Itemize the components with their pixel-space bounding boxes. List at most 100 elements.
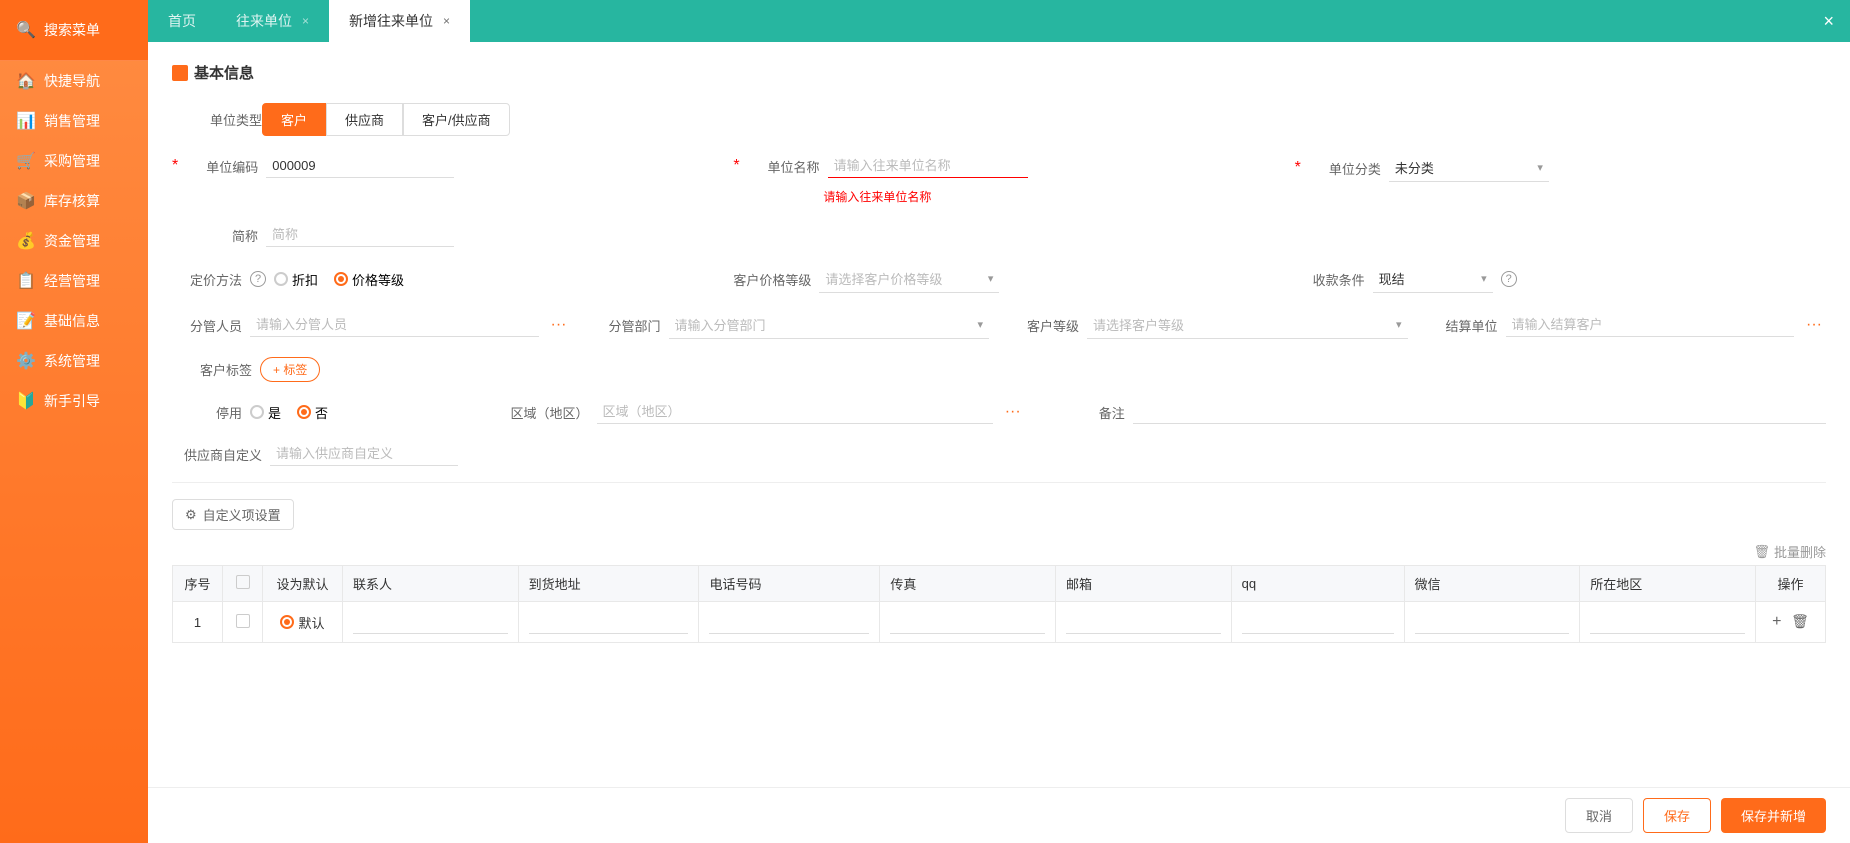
label-settlement-unit: 结算单位 <box>1428 316 1498 335</box>
field-customer-level: 客户等级 请选择客户等级 ▾ <box>1009 311 1408 339</box>
payment-help-icon[interactable]: ? <box>1501 271 1517 287</box>
sidebar-search-area[interactable]: 🔍 搜索菜单 <box>0 0 148 61</box>
row-checkbox[interactable] <box>236 614 250 628</box>
batch-delete-area: 🗑 批量删除 <box>172 542 1826 561</box>
pricing-help-icon[interactable]: ? <box>250 271 266 287</box>
radio-discount[interactable]: 折扣 <box>274 270 318 289</box>
select-customer-level[interactable]: 请选择客户等级 ▾ <box>1087 311 1408 339</box>
cell-default: 默认 <box>263 602 343 643</box>
label-department: 分管部门 <box>591 316 661 335</box>
select-payment-terms[interactable]: 现结 ▾ <box>1373 265 1493 293</box>
label-manager: 分管人员 <box>172 316 242 335</box>
unit-type-supplier[interactable]: 供应商 <box>326 103 403 136</box>
gear-icon: ⚙ <box>185 507 197 523</box>
sidebar-search-label: 搜索菜单 <box>44 20 100 40</box>
unit-type-customer[interactable]: 客户 <box>262 103 326 136</box>
input-note[interactable] <box>1133 400 1826 424</box>
sidebar-item-guide[interactable]: 🔰 新手引导 <box>0 381 148 421</box>
radio-disabled-yes[interactable]: 是 <box>250 403 281 422</box>
input-location[interactable] <box>1590 610 1745 634</box>
input-supplier-custom[interactable] <box>270 442 458 466</box>
tab-new-partner[interactable]: 新增往来单位 × <box>329 0 470 42</box>
default-radio-circle <box>280 615 294 629</box>
tab-new-partner-close[interactable]: × <box>443 14 450 28</box>
unit-type-both[interactable]: 客户/供应商 <box>403 103 510 136</box>
select-department[interactable]: 请输入分管部门 ▾ <box>669 311 990 339</box>
gear-icon: ⚙️ <box>16 351 36 371</box>
sidebar-item-search[interactable]: 🔍 搜索菜单 <box>0 10 148 50</box>
save-new-button[interactable]: 保存并新增 <box>1721 798 1826 833</box>
save-button[interactable]: 保存 <box>1643 798 1711 833</box>
col-header-default: 设为默认 <box>263 566 343 602</box>
col-header-location: 所在地区 <box>1580 566 1756 602</box>
tab-partner-close[interactable]: × <box>302 14 309 28</box>
row-default-radio[interactable]: 默认 <box>273 613 332 632</box>
input-unit-code[interactable] <box>266 154 454 178</box>
input-settlement-unit[interactable] <box>1506 313 1795 337</box>
pricing-radio-group: 折扣 价格等级 <box>274 270 404 289</box>
select-all-checkbox[interactable] <box>236 575 250 589</box>
batch-delete-button[interactable]: 🗑 批量删除 <box>1753 542 1826 561</box>
chart-icon: 📊 <box>16 111 36 131</box>
label-customer-price-level: 客户价格等级 <box>733 270 811 289</box>
guide-icon: 🔰 <box>16 391 36 411</box>
input-email[interactable] <box>1066 610 1221 634</box>
box-icon: 📦 <box>16 191 36 211</box>
contact-table: 序号 设为默认 联系人 到货地址 电话号码 传真 邮箱 qq 微信 所在地区 操… <box>172 565 1826 643</box>
sidebar-item-inventory[interactable]: 📦 库存核算 <box>0 181 148 221</box>
table-header-row: 序号 设为默认 联系人 到货地址 电话号码 传真 邮箱 qq 微信 所在地区 操… <box>173 566 1826 602</box>
input-qq[interactable] <box>1242 610 1394 634</box>
col-header-num: 序号 <box>173 566 223 602</box>
tab-partner[interactable]: 往来单位 × <box>216 0 329 42</box>
tab-bar: 首页 往来单位 × 新增往来单位 × × <box>148 0 1850 42</box>
sidebar-item-basic-info[interactable]: 📝 基础信息 <box>0 301 148 341</box>
input-phone[interactable] <box>709 610 869 634</box>
sidebar-item-finance[interactable]: 💰 资金管理 <box>0 221 148 261</box>
label-payment-terms: 收款条件 <box>1295 270 1365 289</box>
sidebar-item-sales[interactable]: 📊 销售管理 <box>0 101 148 141</box>
radio-no-label: 否 <box>315 403 328 422</box>
field-note: 备注 <box>1055 400 1826 424</box>
add-row-btn[interactable]: + <box>1772 613 1781 630</box>
col-header-contact: 联系人 <box>343 566 519 602</box>
add-tag-button[interactable]: + 标签 <box>260 357 320 382</box>
label-unit-code: 单位编码 <box>188 157 258 176</box>
sidebar-item-purchase[interactable]: 🛒 采购管理 <box>0 141 148 181</box>
label-customer-level: 客户等级 <box>1009 316 1079 335</box>
tab-bar-close-btn[interactable]: × <box>1807 11 1850 32</box>
label-pricing: 定价方法 <box>172 270 242 289</box>
chevron-down-icon: ▾ <box>977 318 983 331</box>
section-title-text: 基本信息 <box>194 62 254 83</box>
tab-home[interactable]: 首页 <box>148 0 216 42</box>
region-ellipsis-btn[interactable]: ··· <box>1001 403 1025 421</box>
sidebar-item-operations[interactable]: 📋 经营管理 <box>0 261 148 301</box>
input-contact[interactable] <box>353 610 508 634</box>
input-region[interactable] <box>597 400 993 424</box>
input-short-name[interactable] <box>266 223 454 247</box>
cancel-button[interactable]: 取消 <box>1565 798 1633 833</box>
chevron-down-icon: ▾ <box>1481 272 1487 285</box>
dept-placeholder: 请输入分管部门 <box>675 315 974 334</box>
cell-wechat <box>1404 602 1580 643</box>
input-unit-name[interactable] <box>828 154 1028 178</box>
manager-ellipsis-btn[interactable]: ··· <box>547 316 571 334</box>
custom-settings-button[interactable]: ⚙ 自定义项设置 <box>172 499 294 530</box>
sidebar-item-quick-nav[interactable]: 🏠 快捷导航 <box>0 61 148 101</box>
settlement-ellipsis-btn[interactable]: ··· <box>1802 316 1826 334</box>
radio-disabled-no[interactable]: 否 <box>297 403 328 422</box>
select-customer-price-level[interactable]: 请选择客户价格等级 ▾ <box>819 265 999 293</box>
col-header-qq: qq <box>1231 566 1404 602</box>
label-customer-tag: 客户标签 <box>172 360 252 379</box>
input-fax[interactable] <box>890 610 1045 634</box>
select-unit-category[interactable]: 未分类 ▾ <box>1389 154 1549 182</box>
input-manager[interactable] <box>250 313 539 337</box>
label-unit-name: 单位名称 <box>750 157 820 176</box>
search-icon: 🔍 <box>16 20 36 40</box>
col-header-check <box>223 566 263 602</box>
radio-price-level[interactable]: 价格等级 <box>334 270 404 289</box>
input-wechat[interactable] <box>1415 610 1570 634</box>
sidebar-item-system[interactable]: ⚙️ 系统管理 <box>0 341 148 381</box>
delete-row-btn[interactable]: 🗑 <box>1791 613 1809 629</box>
input-delivery[interactable] <box>529 610 689 634</box>
form-row-disabled: 停用 是 否 区域（地区） ··· <box>172 400 1826 424</box>
